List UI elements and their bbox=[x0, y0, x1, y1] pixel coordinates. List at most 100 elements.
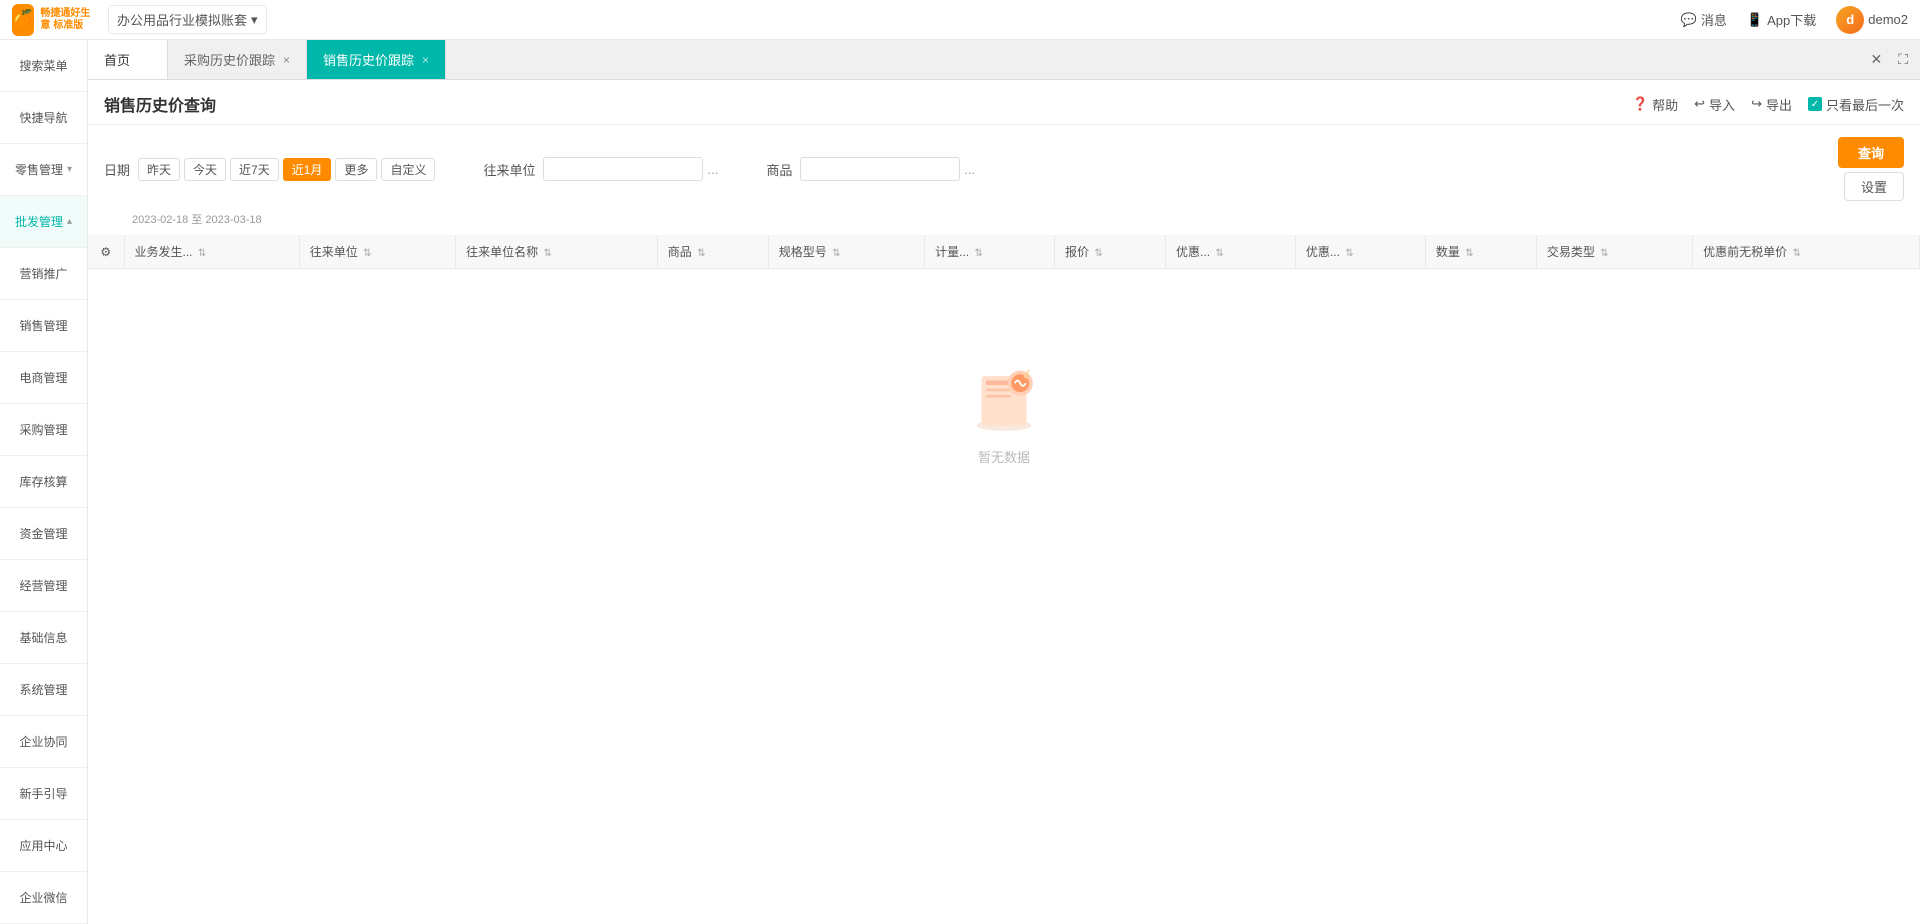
goods-input[interactable] bbox=[800, 157, 960, 181]
tab-purchase-history[interactable]: 采购历史价跟踪 × bbox=[168, 40, 307, 79]
tab-bar-actions: ✕ ⛶ bbox=[1858, 40, 1920, 79]
tab-sales-history-label: 销售历史价跟踪 bbox=[323, 50, 414, 69]
tab-sales-history[interactable]: 销售历史价跟踪 × bbox=[307, 40, 446, 79]
th-biz-date[interactable]: 业务发生... ⇅ bbox=[124, 235, 299, 269]
query-actions: 查询 设置 bbox=[1838, 137, 1904, 201]
sort-icon-biz-date: ⇅ bbox=[198, 248, 206, 259]
th-price[interactable]: 报价 ⇅ bbox=[1055, 235, 1166, 269]
checkbox-checked-icon: ✓ bbox=[1808, 97, 1822, 111]
chevron-up-icon: ▴ bbox=[67, 216, 72, 227]
content-area: 首页 采购历史价跟踪 × 销售历史价跟踪 × ✕ ⛶ 销售历史价查询 bbox=[88, 40, 1920, 924]
sidebar-item-ecommerce[interactable]: 电商管理 bbox=[0, 352, 87, 404]
date-btn-1month[interactable]: 近1月 bbox=[283, 158, 332, 181]
sidebar-item-finance[interactable]: 资金管理 bbox=[0, 508, 87, 560]
sidebar-item-appstore[interactable]: 应用中心 bbox=[0, 820, 87, 872]
tab-purchase-history-label: 采购历史价跟踪 bbox=[184, 50, 275, 69]
logo-icon: 🍊 bbox=[12, 4, 34, 36]
query-btn[interactable]: 查询 bbox=[1838, 137, 1904, 168]
sidebar-item-retail[interactable]: 零售管理 ▾ bbox=[0, 144, 87, 196]
th-unit-label: 计量... bbox=[935, 245, 969, 259]
date-filter-group: 日期 昨天 今天 近7天 近1月 更多 自定义 bbox=[104, 158, 435, 181]
sidebar-item-inventory[interactable]: 库存核算 bbox=[0, 456, 87, 508]
page-title: 销售历史价查询 bbox=[104, 92, 216, 116]
partner-input[interactable] bbox=[543, 157, 703, 181]
date-btn-today[interactable]: 今天 bbox=[184, 158, 226, 181]
sidebar-item-newbie[interactable]: 新手引导 bbox=[0, 768, 87, 820]
sidebar-label-newbie: 新手引导 bbox=[19, 785, 67, 802]
export-btn[interactable]: ↪ 导出 bbox=[1751, 95, 1792, 114]
partner-filter-group: 往来单位 ... bbox=[483, 157, 718, 181]
th-settings[interactable]: ⚙ bbox=[88, 235, 124, 269]
import-icon: ↩ bbox=[1694, 96, 1705, 112]
export-label: 导出 bbox=[1766, 95, 1792, 114]
top-bar: 🍊 畅捷通好生意 标准版 办公用品行业模拟账套 ▾ 💬 消息 📱 App下载 d… bbox=[0, 0, 1920, 40]
th-partner-name-label: 往来单位名称 bbox=[466, 245, 538, 259]
tab-purchase-history-close[interactable]: × bbox=[283, 54, 290, 66]
date-btn-custom[interactable]: 自定义 bbox=[381, 158, 435, 181]
sidebar-item-shortcut[interactable]: 快捷导航 bbox=[0, 92, 87, 144]
sidebar-label-inventory: 库存核算 bbox=[19, 473, 67, 490]
chevron-down-icon: ▾ bbox=[67, 164, 72, 175]
sidebar-label-finance: 资金管理 bbox=[19, 525, 67, 542]
top-bar-right: 💬 消息 📱 App下载 d demo2 bbox=[1681, 6, 1908, 34]
goods-filter-group: 商品 ... bbox=[766, 157, 975, 181]
goods-input-dots[interactable]: ... bbox=[964, 162, 975, 177]
user-menu[interactable]: d demo2 bbox=[1836, 6, 1908, 34]
sidebar-label-purchase: 采购管理 bbox=[19, 421, 67, 438]
workspace-selector[interactable]: 办公用品行业模拟账套 ▾ bbox=[108, 5, 267, 34]
sidebar-label-enterprise: 企业协同 bbox=[19, 733, 67, 750]
sidebar-item-basic[interactable]: 基础信息 bbox=[0, 612, 87, 664]
date-btn-yesterday[interactable]: 昨天 bbox=[138, 158, 180, 181]
sort-icon-goods: ⇅ bbox=[697, 248, 705, 259]
main-layout: 搜索菜单 快捷导航 零售管理 ▾ 批发管理 ▴ 营销推广 销售管理 电商管理 采… bbox=[0, 40, 1920, 924]
th-partner-code[interactable]: 往来单位 ⇅ bbox=[299, 235, 455, 269]
import-label: 导入 bbox=[1709, 95, 1735, 114]
th-tax-price-label: 优惠前无税单价 bbox=[1703, 245, 1787, 259]
th-discount1[interactable]: 优惠... ⇅ bbox=[1166, 235, 1296, 269]
th-goods[interactable]: 商品 ⇅ bbox=[657, 235, 768, 269]
sidebar-item-search[interactable]: 搜索菜单 bbox=[0, 40, 87, 92]
logo-text: 畅捷通好生意 标准版 bbox=[40, 8, 100, 32]
sidebar-label-retail: 零售管理 bbox=[15, 161, 63, 178]
help-btn[interactable]: ❓ 帮助 bbox=[1632, 95, 1678, 114]
th-unit[interactable]: 计量... ⇅ bbox=[925, 235, 1055, 269]
gear-icon[interactable]: ⚙ bbox=[100, 245, 111, 259]
partner-input-dots[interactable]: ... bbox=[707, 162, 718, 177]
tab-bar: 首页 采购历史价跟踪 × 销售历史价跟踪 × ✕ ⛶ bbox=[88, 40, 1920, 80]
close-window-btn[interactable]: ✕ bbox=[1866, 47, 1886, 72]
th-quantity[interactable]: 数量 ⇅ bbox=[1425, 235, 1536, 269]
sidebar-item-operation[interactable]: 经营管理 bbox=[0, 560, 87, 612]
th-spec[interactable]: 规格型号 ⇅ bbox=[768, 235, 924, 269]
only-last-label: 只看最后一次 bbox=[1826, 95, 1904, 114]
sidebar-item-wholesale[interactable]: 批发管理 ▴ bbox=[0, 196, 87, 248]
sidebar-item-marketing[interactable]: 营销推广 bbox=[0, 248, 87, 300]
tab-sales-history-close[interactable]: × bbox=[422, 54, 429, 66]
empty-illustration bbox=[959, 349, 1049, 439]
sidebar-item-enterprise[interactable]: 企业协同 bbox=[0, 716, 87, 768]
download-label: App下载 bbox=[1767, 10, 1816, 29]
fullscreen-btn[interactable]: ⛶ bbox=[1894, 47, 1912, 72]
sidebar-item-corpwx[interactable]: 企业微信 bbox=[0, 872, 87, 924]
table-container: ⚙ 业务发生... ⇅ 往来单位 ⇅ 往来单位名称 bbox=[88, 235, 1920, 924]
avatar: d bbox=[1836, 6, 1864, 34]
sidebar-item-sales[interactable]: 销售管理 bbox=[0, 300, 87, 352]
th-discount2[interactable]: 优惠... ⇅ bbox=[1295, 235, 1425, 269]
header-row: ⚙ 业务发生... ⇅ 往来单位 ⇅ 往来单位名称 bbox=[88, 235, 1920, 269]
th-price-label: 报价 bbox=[1065, 245, 1089, 259]
workspace-label: 办公用品行业模拟账套 bbox=[117, 10, 247, 29]
date-btn-7days[interactable]: 近7天 bbox=[230, 158, 279, 181]
download-btn[interactable]: 📱 App下载 bbox=[1747, 10, 1816, 29]
date-btn-more[interactable]: 更多 bbox=[335, 158, 377, 181]
only-last-checkbox[interactable]: ✓ 只看最后一次 bbox=[1808, 95, 1904, 114]
date-buttons: 昨天 今天 近7天 近1月 更多 自定义 bbox=[138, 158, 435, 181]
th-partner-name[interactable]: 往来单位名称 ⇅ bbox=[456, 235, 658, 269]
th-trade-type[interactable]: 交易类型 ⇅ bbox=[1536, 235, 1692, 269]
sidebar-item-purchase[interactable]: 采购管理 bbox=[0, 404, 87, 456]
tab-home[interactable]: 首页 bbox=[88, 40, 168, 79]
import-btn[interactable]: ↩ 导入 bbox=[1694, 95, 1735, 114]
th-tax-price[interactable]: 优惠前无税单价 ⇅ bbox=[1693, 235, 1920, 269]
settings-btn[interactable]: 设置 bbox=[1844, 172, 1904, 201]
sidebar-item-system[interactable]: 系统管理 bbox=[0, 664, 87, 716]
messages-btn[interactable]: 💬 消息 bbox=[1681, 10, 1727, 29]
sidebar-label-sales: 销售管理 bbox=[19, 317, 67, 334]
